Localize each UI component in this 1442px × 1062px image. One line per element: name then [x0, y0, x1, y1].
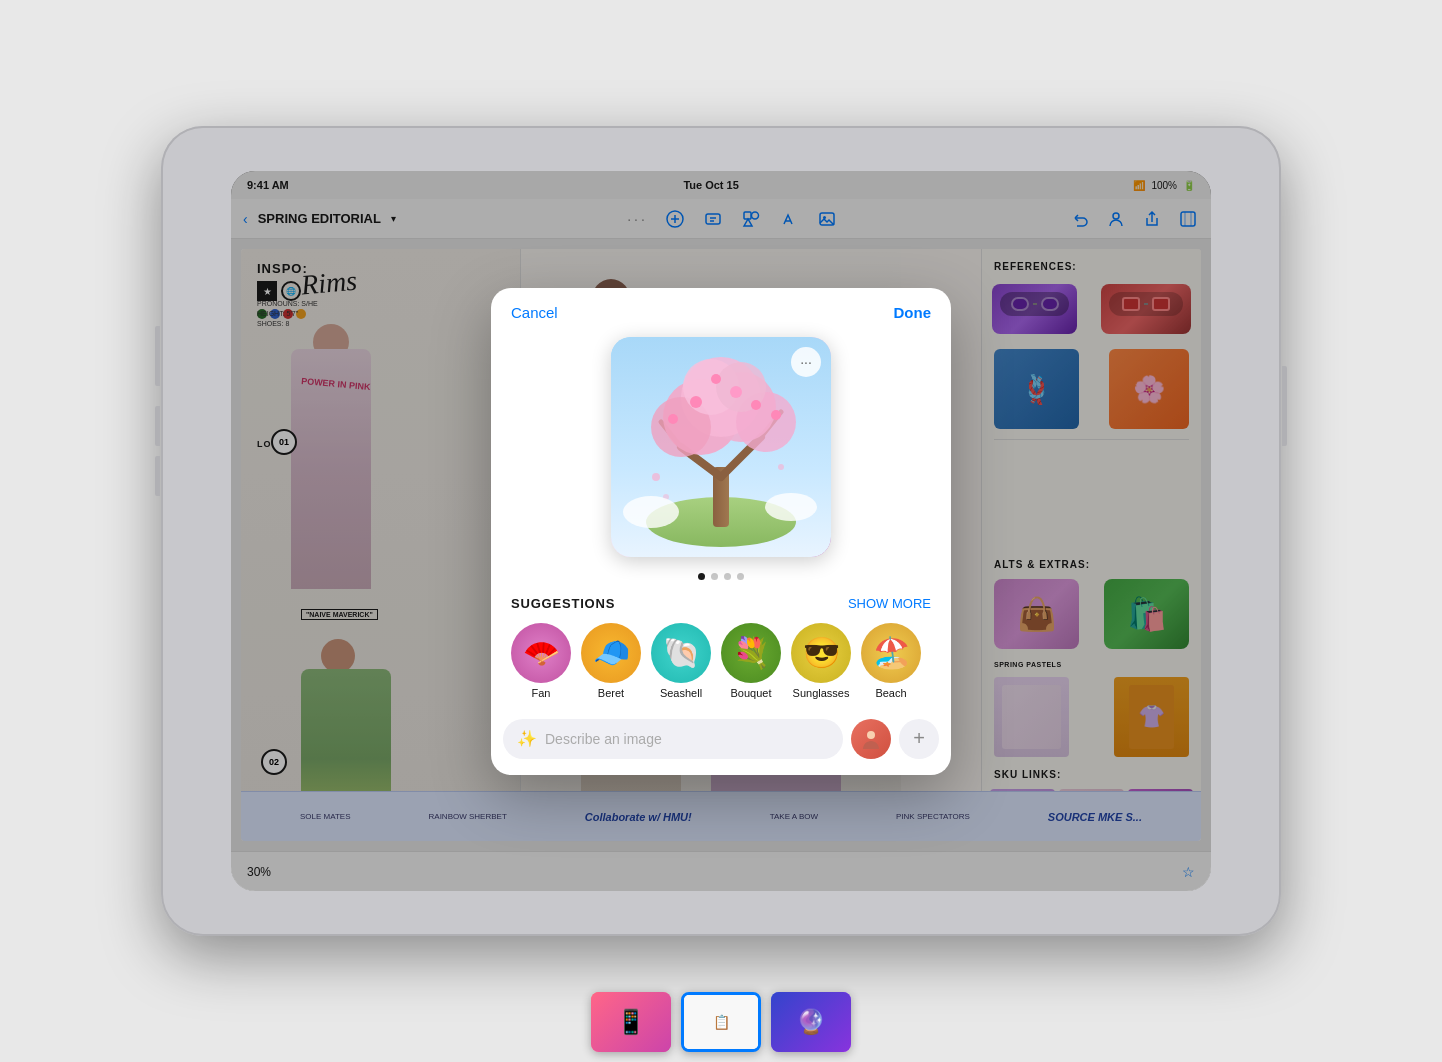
- suggestion-bouquet[interactable]: 💐 Bouquet: [721, 623, 781, 699]
- suggestions-header: SUGGESTIONS SHOW MORE: [511, 596, 931, 611]
- avatar-button[interactable]: [851, 719, 891, 759]
- ipad-device: 9:41 AM Tue Oct 15 📶 100% 🔋 ‹ SPRING EDI…: [161, 126, 1281, 936]
- add-button[interactable]: +: [899, 719, 939, 759]
- svg-point-25: [751, 400, 761, 410]
- screen-bezel: 9:41 AM Tue Oct 15 📶 100% 🔋 ‹ SPRING EDI…: [231, 171, 1211, 891]
- dot-1[interactable]: [698, 573, 705, 580]
- bouquet-label: Bouquet: [731, 687, 772, 699]
- carousel-container: ···: [611, 337, 831, 557]
- input-bar: ✨ Describe an image +: [491, 711, 951, 775]
- thumbnail-3[interactable]: 🔮: [771, 992, 851, 1052]
- describe-input-field[interactable]: ✨ Describe an image: [503, 719, 843, 759]
- suggestions-title: SUGGESTIONS: [511, 596, 615, 611]
- mute-button[interactable]: [155, 456, 160, 496]
- svg-point-33: [867, 731, 875, 739]
- volume-down-button[interactable]: [155, 406, 160, 446]
- beach-label: Beach: [875, 687, 906, 699]
- image-carousel: ···: [491, 329, 951, 573]
- seashell-label: Seashell: [660, 687, 702, 699]
- seashell-circle: 🐚: [651, 623, 711, 683]
- svg-point-31: [623, 496, 679, 528]
- svg-point-26: [668, 414, 678, 424]
- beret-circle: 🧢: [581, 623, 641, 683]
- image-picker-modal: Cancel Done: [491, 288, 951, 775]
- dot-4[interactable]: [737, 573, 744, 580]
- modal-overlay: Cancel Done: [231, 171, 1211, 891]
- describe-placeholder: Describe an image: [545, 731, 662, 747]
- dot-2[interactable]: [711, 573, 718, 580]
- more-options-button[interactable]: ···: [791, 347, 821, 377]
- svg-point-27: [771, 410, 781, 420]
- carousel-dots: [491, 573, 951, 580]
- svg-point-24: [730, 386, 742, 398]
- modal-header: Cancel Done: [491, 288, 951, 329]
- suggestion-beach[interactable]: 🏖️ Beach: [861, 623, 921, 699]
- svg-point-29: [778, 464, 784, 470]
- show-more-button[interactable]: SHOW MORE: [848, 596, 931, 611]
- dot-3[interactable]: [724, 573, 731, 580]
- cancel-button[interactable]: Cancel: [511, 304, 558, 321]
- suggestion-sunglasses[interactable]: 😎 Sunglasses: [791, 623, 851, 699]
- svg-point-22: [690, 396, 702, 408]
- thumbnail-2-active[interactable]: 📋: [681, 992, 761, 1052]
- svg-point-23: [711, 374, 721, 384]
- suggestion-fan[interactable]: 🪭 Fan: [511, 623, 571, 699]
- svg-point-32: [765, 493, 817, 521]
- wand-icon: ✨: [517, 729, 537, 748]
- suggestion-seashell[interactable]: 🐚 Seashell: [651, 623, 711, 699]
- fan-label: Fan: [532, 687, 551, 699]
- sunglasses-label: Sunglasses: [793, 687, 850, 699]
- svg-point-28: [652, 473, 660, 481]
- app-screen: 9:41 AM Tue Oct 15 📶 100% 🔋 ‹ SPRING EDI…: [231, 171, 1211, 891]
- bouquet-circle: 💐: [721, 623, 781, 683]
- suggestion-beret[interactable]: 🧢 Beret: [581, 623, 641, 699]
- fan-circle: 🪭: [511, 623, 571, 683]
- suggestions-grid: 🪭 Fan 🧢 Beret 🐚 Seashell: [511, 623, 931, 699]
- sunglasses-circle: 😎: [791, 623, 851, 683]
- beret-label: Beret: [598, 687, 624, 699]
- thumbnail-1[interactable]: 📱: [591, 992, 671, 1052]
- done-button[interactable]: Done: [894, 304, 932, 321]
- power-button[interactable]: [1282, 366, 1287, 446]
- bottom-thumbnails: 📱 📋 🔮: [591, 992, 851, 1052]
- volume-up-button[interactable]: [155, 326, 160, 386]
- suggestions-section: SUGGESTIONS SHOW MORE 🪭 Fan 🧢: [491, 596, 951, 711]
- beach-circle: 🏖️: [861, 623, 921, 683]
